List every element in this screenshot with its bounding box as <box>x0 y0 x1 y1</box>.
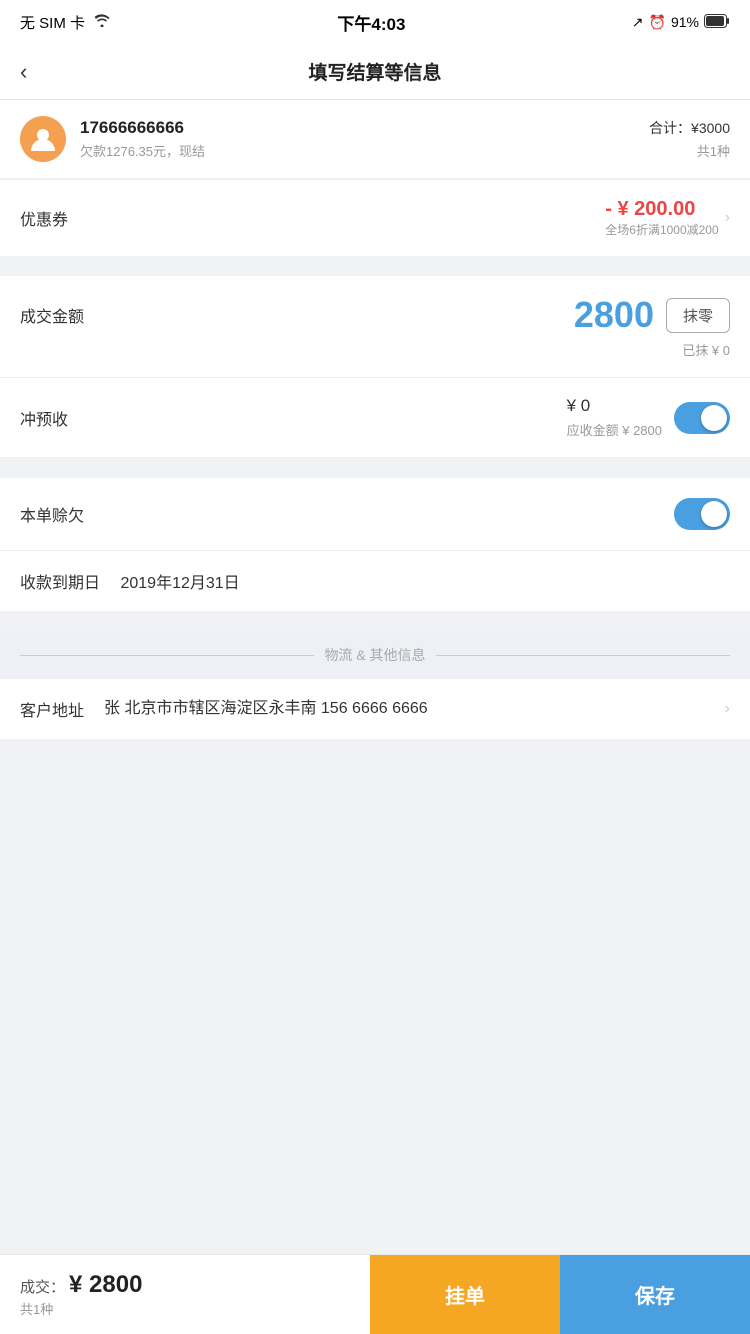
status-time: 下午4:03 <box>337 10 405 35</box>
prepayment-sub: 应收金额 ¥ 2800 <box>567 420 662 439</box>
coupon-label: 优惠券 <box>20 206 68 230</box>
back-button[interactable]: ‹ <box>20 59 27 85</box>
summary-amount: ¥ 2800 <box>69 1271 142 1299</box>
summary-count: 共1种 <box>20 1299 350 1318</box>
customer-info: 17666666666 欠款1276.35元，现结 <box>80 118 205 160</box>
due-date-row: 收款到期日 2019年12月31日 <box>0 550 750 611</box>
deal-amount-card: 成交金额 2800 抹零 已抹 ¥ 0 冲预收 ¥ 0 应收金额 ¥ 2800 <box>0 276 750 457</box>
customer-subtitle: 欠款1276.35元，现结 <box>80 141 205 160</box>
customer-total: 合计：¥3000 共1种 <box>649 118 730 160</box>
round-button[interactable]: 抹零 <box>666 298 730 333</box>
status-bar: 无 SIM 卡 下午4:03 ↗ ⏰ 91% <box>0 0 750 44</box>
save-button[interactable]: 保存 <box>560 1255 750 1334</box>
customer-row: 17666666666 欠款1276.35元，现结 合计：¥3000 共1种 <box>0 100 750 179</box>
round-sub-text: 已抹 ¥ 0 <box>20 340 730 359</box>
status-right: ↗ ⏰ 91% <box>632 14 730 31</box>
address-chevron-icon: › <box>725 700 730 718</box>
address-row[interactable]: 客户地址 张 北京市市辖区海淀区永丰南 156 6666 6666 › <box>0 679 750 739</box>
bottom-bar: 成交： ¥ 2800 共1种 挂单 保存 <box>0 1254 750 1334</box>
nav-bar: ‹ 填写结算等信息 <box>0 44 750 100</box>
sim-status: 无 SIM 卡 <box>20 12 85 33</box>
address-card: 客户地址 张 北京市市辖区海淀区永丰南 156 6666 6666 › <box>0 679 750 739</box>
wifi-icon <box>93 14 111 31</box>
bottom-summary: 成交： ¥ 2800 共1种 <box>0 1271 370 1318</box>
credit-card: 本单赊欠 收款到期日 2019年12月31日 <box>0 477 750 611</box>
prepayment-right: ¥ 0 应收金额 ¥ 2800 <box>567 396 730 439</box>
divider-line-left <box>20 655 314 656</box>
coupon-amount: - ¥ 200.00 <box>605 198 718 221</box>
divider-3 <box>0 621 750 631</box>
credit-row: 本单赊欠 <box>0 477 750 550</box>
amount-right: 2800 抹零 <box>574 294 730 336</box>
logistics-label: 物流 & 其他信息 <box>324 645 425 665</box>
deal-amount-value: 2800 <box>574 294 654 336</box>
battery-percent: 91% <box>671 14 699 30</box>
hold-button[interactable]: 挂单 <box>370 1255 560 1334</box>
prepayment-label: 冲预收 <box>20 406 68 430</box>
coupon-right: - ¥ 200.00 全场6折满1000减200 › <box>605 198 730 238</box>
prepayment-row: 冲预收 ¥ 0 应收金额 ¥ 2800 <box>20 396 730 439</box>
status-left: 无 SIM 卡 <box>20 12 111 33</box>
bottom-spacer <box>0 749 750 829</box>
page-title: 填写结算等信息 <box>308 58 441 85</box>
amount-section: 成交金额 2800 抹零 已抹 ¥ 0 <box>0 276 750 378</box>
coupon-chevron-icon: › <box>725 209 730 227</box>
due-date-label: 收款到期日 <box>20 575 100 592</box>
address-value: 张 北京市市辖区海淀区永丰南 156 6666 6666 <box>104 697 715 721</box>
address-label: 客户地址 <box>20 697 84 721</box>
customer-card: 17666666666 欠款1276.35元，现结 合计：¥3000 共1种 优… <box>0 100 750 256</box>
summary-label: 成交： <box>20 1276 65 1297</box>
battery-icon <box>704 14 730 31</box>
amount-row: 成交金额 2800 抹零 <box>20 294 730 336</box>
prepayment-toggle[interactable] <box>674 402 730 434</box>
deal-amount-label: 成交金额 <box>20 303 84 327</box>
alarm-icon: ⏰ <box>649 14 666 31</box>
divider-1 <box>0 266 750 276</box>
divider-line-right <box>436 655 730 656</box>
total-count: 共1种 <box>649 141 730 160</box>
coupon-row[interactable]: 优惠券 - ¥ 200.00 全场6折满1000减200 › <box>0 179 750 256</box>
divider-2 <box>0 467 750 477</box>
due-date-value: 2019年12月31日 <box>120 575 239 592</box>
credit-label: 本单赊欠 <box>20 502 84 526</box>
total-label: 合计：¥3000 <box>649 118 730 138</box>
coupon-description: 全场6折满1000减200 <box>605 221 718 238</box>
prepayment-amount: ¥ 0 <box>567 396 662 416</box>
avatar <box>20 116 66 162</box>
prepayment-section: 冲预收 ¥ 0 应收金额 ¥ 2800 <box>0 378 750 457</box>
customer-phone: 17666666666 <box>80 118 205 138</box>
logistics-divider: 物流 & 其他信息 <box>0 631 750 679</box>
location-icon: ↗ <box>632 14 644 31</box>
credit-toggle[interactable] <box>674 498 730 530</box>
customer-left: 17666666666 欠款1276.35元，现结 <box>20 116 205 162</box>
